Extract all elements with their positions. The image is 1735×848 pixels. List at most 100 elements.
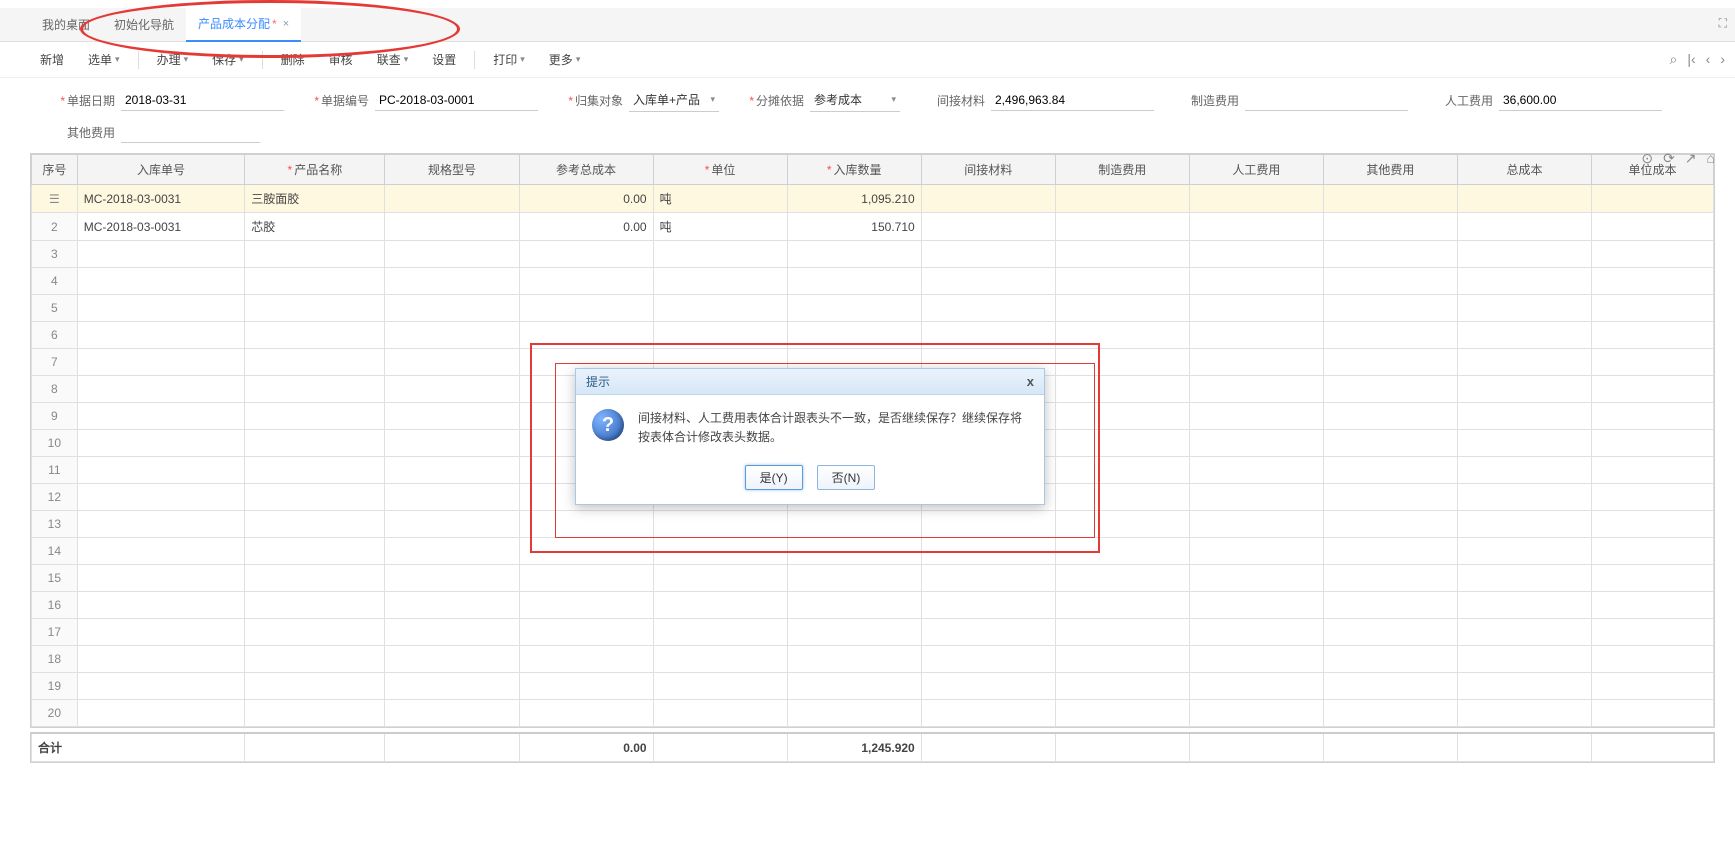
- row-seq: 12: [32, 484, 78, 511]
- print-button[interactable]: 打印▾: [483, 46, 535, 74]
- obj-select[interactable]: 入库单+产品▾: [629, 88, 719, 112]
- cell-dh[interactable]: MC-2018-03-0031: [77, 213, 245, 241]
- row-seq: 17: [32, 619, 78, 646]
- link-button[interactable]: 联查▾: [367, 46, 419, 74]
- table-row-empty[interactable]: 13: [32, 511, 1714, 538]
- cell-gg[interactable]: [385, 213, 519, 241]
- save-button[interactable]: 保存▾: [202, 46, 254, 74]
- search-icon[interactable]: ⌕: [1670, 51, 1678, 68]
- col-gg[interactable]: 规格型号: [385, 155, 519, 185]
- more-button[interactable]: 更多▾: [539, 46, 591, 74]
- fullscreen-icon[interactable]: ⛶: [1719, 16, 1727, 31]
- footer-row: 合计 0.00 1,245.920: [32, 733, 1714, 762]
- col-rg[interactable]: 人工费用: [1189, 155, 1323, 185]
- row-seq: 13: [32, 511, 78, 538]
- cell-rg[interactable]: [1189, 213, 1323, 241]
- col-dh[interactable]: 入库单号: [77, 155, 245, 185]
- table-row-empty[interactable]: 6: [32, 322, 1714, 349]
- cell-zz[interactable]: [1055, 213, 1189, 241]
- col-jj[interactable]: 间接材料: [921, 155, 1055, 185]
- no-button[interactable]: 否(N): [817, 465, 876, 490]
- cell-sl[interactable]: 150.710: [787, 213, 921, 241]
- cell-zcb[interactable]: [1457, 185, 1591, 213]
- close-icon[interactable]: ×: [283, 18, 289, 30]
- other-input[interactable]: [121, 122, 260, 143]
- export-icon[interactable]: ↗: [1685, 150, 1697, 167]
- select-button[interactable]: 选单▾: [78, 46, 130, 74]
- tabs-bar: 我的桌面 初始化导航 产品成本分配 * × ⛶: [0, 8, 1735, 42]
- no-label: *单据编号: [314, 92, 369, 109]
- row-seq: 16: [32, 592, 78, 619]
- col-zz[interactable]: 制造费用: [1055, 155, 1189, 185]
- prev-icon[interactable]: ‹: [1706, 51, 1711, 68]
- footer-label: 合计: [32, 733, 245, 762]
- cell-dw[interactable]: 吨: [653, 185, 787, 213]
- col-qt[interactable]: 其他费用: [1323, 155, 1457, 185]
- dialog-titlebar[interactable]: 提示 x: [576, 369, 1044, 395]
- cell-zz[interactable]: [1055, 185, 1189, 213]
- col-dw[interactable]: *单位: [653, 155, 787, 185]
- table-row-empty[interactable]: 3: [32, 241, 1714, 268]
- no-input[interactable]: [375, 90, 538, 111]
- table-row-empty[interactable]: 14: [32, 538, 1714, 565]
- row-seq: 11: [32, 457, 78, 484]
- table-row[interactable]: ☰ MC-2018-03-0031 三胺面胶 0.00 吨 1,095.210: [32, 185, 1714, 213]
- first-icon[interactable]: |‹: [1687, 51, 1695, 68]
- col-pm[interactable]: *产品名称: [245, 155, 385, 185]
- cell-qt[interactable]: [1323, 213, 1457, 241]
- cell-gg[interactable]: [385, 185, 519, 213]
- table-row-empty[interactable]: 17: [32, 619, 1714, 646]
- next-icon[interactable]: ›: [1720, 51, 1725, 68]
- row-seq: 15: [32, 565, 78, 592]
- cell-pm[interactable]: 芯胶: [245, 213, 385, 241]
- cell-dh[interactable]: MC-2018-03-0031: [77, 185, 245, 213]
- yes-button[interactable]: 是(Y): [745, 465, 803, 490]
- chevron-down-icon: ▾: [404, 54, 409, 65]
- cell-dcb[interactable]: [1592, 213, 1714, 241]
- batch-button[interactable]: 办理▾: [147, 46, 199, 74]
- cell-dw[interactable]: 吨: [653, 213, 787, 241]
- location-icon[interactable]: ⊙: [1641, 150, 1653, 167]
- home-icon[interactable]: ⌂: [1707, 150, 1715, 167]
- cell-sl[interactable]: 1,095.210: [787, 185, 921, 213]
- cell-ck[interactable]: 0.00: [519, 185, 653, 213]
- col-sl[interactable]: *入库数量: [787, 155, 921, 185]
- tab-label: 我的桌面: [42, 16, 90, 33]
- table-row[interactable]: 2 MC-2018-03-0031 芯胶 0.00 吨 150.710: [32, 213, 1714, 241]
- tab-init-nav[interactable]: 初始化导航: [102, 8, 186, 42]
- indirect-input[interactable]: [991, 90, 1154, 111]
- col-zcb[interactable]: 总成本: [1457, 155, 1591, 185]
- close-icon[interactable]: x: [1027, 374, 1034, 389]
- new-button[interactable]: 新增: [30, 46, 74, 74]
- cell-rg[interactable]: [1189, 185, 1323, 213]
- chevron-down-icon: ▾: [115, 54, 120, 65]
- tab-desktop[interactable]: 我的桌面: [30, 8, 102, 42]
- table-row-empty[interactable]: 18: [32, 646, 1714, 673]
- table-row-empty[interactable]: 20: [32, 700, 1714, 727]
- date-input[interactable]: [121, 90, 284, 111]
- option-button[interactable]: 设置: [422, 46, 466, 74]
- table-row-empty[interactable]: 19: [32, 673, 1714, 700]
- audit-button[interactable]: 审核: [319, 46, 363, 74]
- row-seq: 14: [32, 538, 78, 565]
- mfg-input[interactable]: [1245, 90, 1408, 111]
- col-ck[interactable]: 参考总成本: [519, 155, 653, 185]
- labor-input[interactable]: [1499, 90, 1662, 111]
- row-seq: 10: [32, 430, 78, 457]
- tab-cost-allocation[interactable]: 产品成本分配 * ×: [186, 8, 301, 42]
- delete-button[interactable]: 删除: [271, 46, 315, 74]
- cell-pm[interactable]: 三胺面胶: [245, 185, 385, 213]
- table-row-empty[interactable]: 16: [32, 592, 1714, 619]
- cell-jj[interactable]: [921, 185, 1055, 213]
- cell-zcb[interactable]: [1457, 213, 1591, 241]
- cell-qt[interactable]: [1323, 185, 1457, 213]
- table-row-empty[interactable]: 15: [32, 565, 1714, 592]
- cell-jj[interactable]: [921, 213, 1055, 241]
- cell-dcb[interactable]: [1592, 185, 1714, 213]
- refresh-icon[interactable]: ⟳: [1663, 150, 1675, 167]
- table-row-empty[interactable]: 4: [32, 268, 1714, 295]
- basis-select[interactable]: 参考成本▾: [810, 88, 900, 112]
- col-seq[interactable]: 序号: [32, 155, 78, 185]
- table-row-empty[interactable]: 5: [32, 295, 1714, 322]
- cell-ck[interactable]: 0.00: [519, 213, 653, 241]
